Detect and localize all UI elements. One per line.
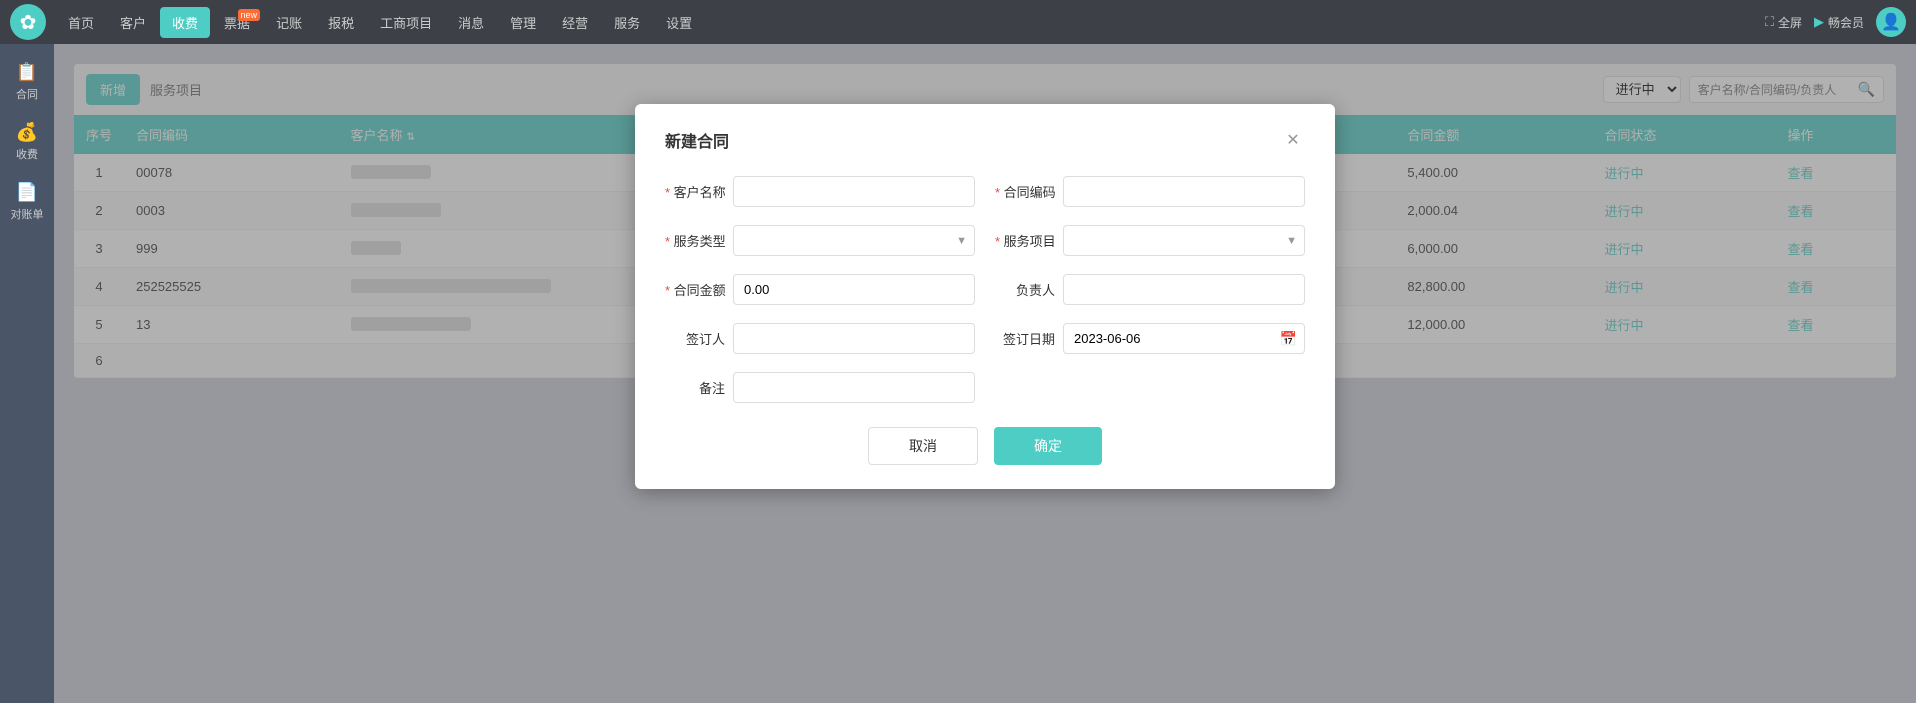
modal-overlay: 新建合同 ✕ 客户名称 合同编码 服务类型 [54,44,1916,703]
sidebar-label-reconciliation: 对账单 [11,206,44,222]
nav-settings[interactable]: 设置 [654,7,704,38]
signer-label: 签订人 [665,329,725,348]
nav-message[interactable]: 消息 [446,7,496,38]
customer-name-label: 客户名称 [665,182,725,201]
fullscreen-button[interactable]: ⛶ 全屏 [1765,14,1802,31]
nav-manage[interactable]: 管理 [498,7,548,38]
reconciliation-icon: 📄 [16,182,38,203]
nav-tax[interactable]: 报税 [316,7,366,38]
nav-fee[interactable]: 收费 [160,7,210,38]
service-type-select-wrapper: ▼ [733,225,975,256]
contract-no-input[interactable] [1063,176,1305,207]
nav-business[interactable]: 工商项目 [368,7,444,38]
service-type-select[interactable] [733,225,975,256]
form-group-contract-no: 合同编码 [995,176,1305,207]
content-area: 新增 服务项目 进行中 已完成 已取消 🔍 [54,44,1916,703]
logo-icon: ✿ [10,4,46,40]
form-group-signer: 签订人 [665,323,975,354]
customer-name-input[interactable] [733,176,975,207]
fee-icon: 💰 [16,122,38,143]
contract-icon: 📋 [16,62,38,83]
new-badge: new [238,9,261,21]
form-row-5: 备注 [665,372,1305,403]
contract-amount-label: 合同金额 [665,280,725,299]
form-row-1: 客户名称 合同编码 [665,176,1305,207]
remarks-input[interactable] [733,372,975,403]
new-contract-modal: 新建合同 ✕ 客户名称 合同编码 服务类型 [635,104,1335,489]
form-group-customer-name: 客户名称 [665,176,975,207]
form-group-person-in-charge: 负责人 [995,274,1305,305]
modal-footer: 取消 确定 [665,427,1305,465]
sidebar-label-contract: 合同 [16,86,38,102]
service-project-select-wrapper: ▼ [1063,225,1305,256]
nav-right: ⛶ 全屏 ▶ 畅会员 👤 [1765,7,1906,37]
modal-title: 新建合同 [665,128,729,152]
nav-items: 首页 客户 收费 票据 new 记账 报税 工商项目 消息 管理 经营 服务 设… [56,7,1765,38]
form-row-4: 签订人 签订日期 📅 [665,323,1305,354]
remarks-label: 备注 [665,378,725,397]
sidebar-item-fee[interactable]: 💰 收费 [2,114,52,170]
sign-date-input[interactable] [1063,323,1305,354]
nav-home[interactable]: 首页 [56,7,106,38]
sidebar: 📋 合同 💰 收费 📄 对账单 [0,44,54,703]
service-type-label: 服务类型 [665,231,725,250]
contract-no-label: 合同编码 [995,182,1055,201]
modal-header: 新建合同 ✕ [665,128,1305,152]
signer-input[interactable] [733,323,975,354]
main-layout: 📋 合同 💰 收费 📄 对账单 新增 服务项目 进行中 已完成 已取消 [0,44,1916,703]
top-nav: ✿ 首页 客户 收费 票据 new 记账 报税 工商项目 消息 管理 经营 服务… [0,0,1916,44]
form-group-sign-date: 签订日期 📅 [995,323,1305,354]
nav-service[interactable]: 服务 [602,7,652,38]
nav-ticket[interactable]: 票据 new [212,7,262,38]
form-group-service-type: 服务类型 ▼ [665,225,975,256]
sign-date-wrapper: 📅 [1063,323,1305,354]
member-button[interactable]: ▶ 畅会员 [1814,14,1864,31]
form-row-3: 合同金额 负责人 [665,274,1305,305]
cancel-button[interactable]: 取消 [868,427,978,465]
avatar[interactable]: 👤 [1876,7,1906,37]
form-group-service-project: 服务项目 ▼ [995,225,1305,256]
sidebar-item-reconciliation[interactable]: 📄 对账单 [2,174,52,230]
service-project-label: 服务项目 [995,231,1055,250]
nav-operation[interactable]: 经营 [550,7,600,38]
nav-bookkeeping[interactable]: 记账 [264,7,314,38]
calendar-icon[interactable]: 📅 [1280,330,1297,347]
sidebar-item-contract[interactable]: 📋 合同 [2,54,52,110]
contract-amount-input[interactable] [733,274,975,305]
form-row-2: 服务类型 ▼ 服务项目 [665,225,1305,256]
sidebar-label-fee: 收费 [16,146,38,162]
service-project-select[interactable] [1063,225,1305,256]
person-in-charge-input[interactable] [1063,274,1305,305]
modal-close-button[interactable]: ✕ [1281,128,1305,152]
form-group-amount: 合同金额 [665,274,975,305]
form-group-remarks: 备注 [665,372,975,403]
confirm-button[interactable]: 确定 [994,427,1102,465]
sign-date-label: 签订日期 [995,329,1055,348]
nav-customer[interactable]: 客户 [108,7,158,38]
person-in-charge-label: 负责人 [995,280,1055,299]
